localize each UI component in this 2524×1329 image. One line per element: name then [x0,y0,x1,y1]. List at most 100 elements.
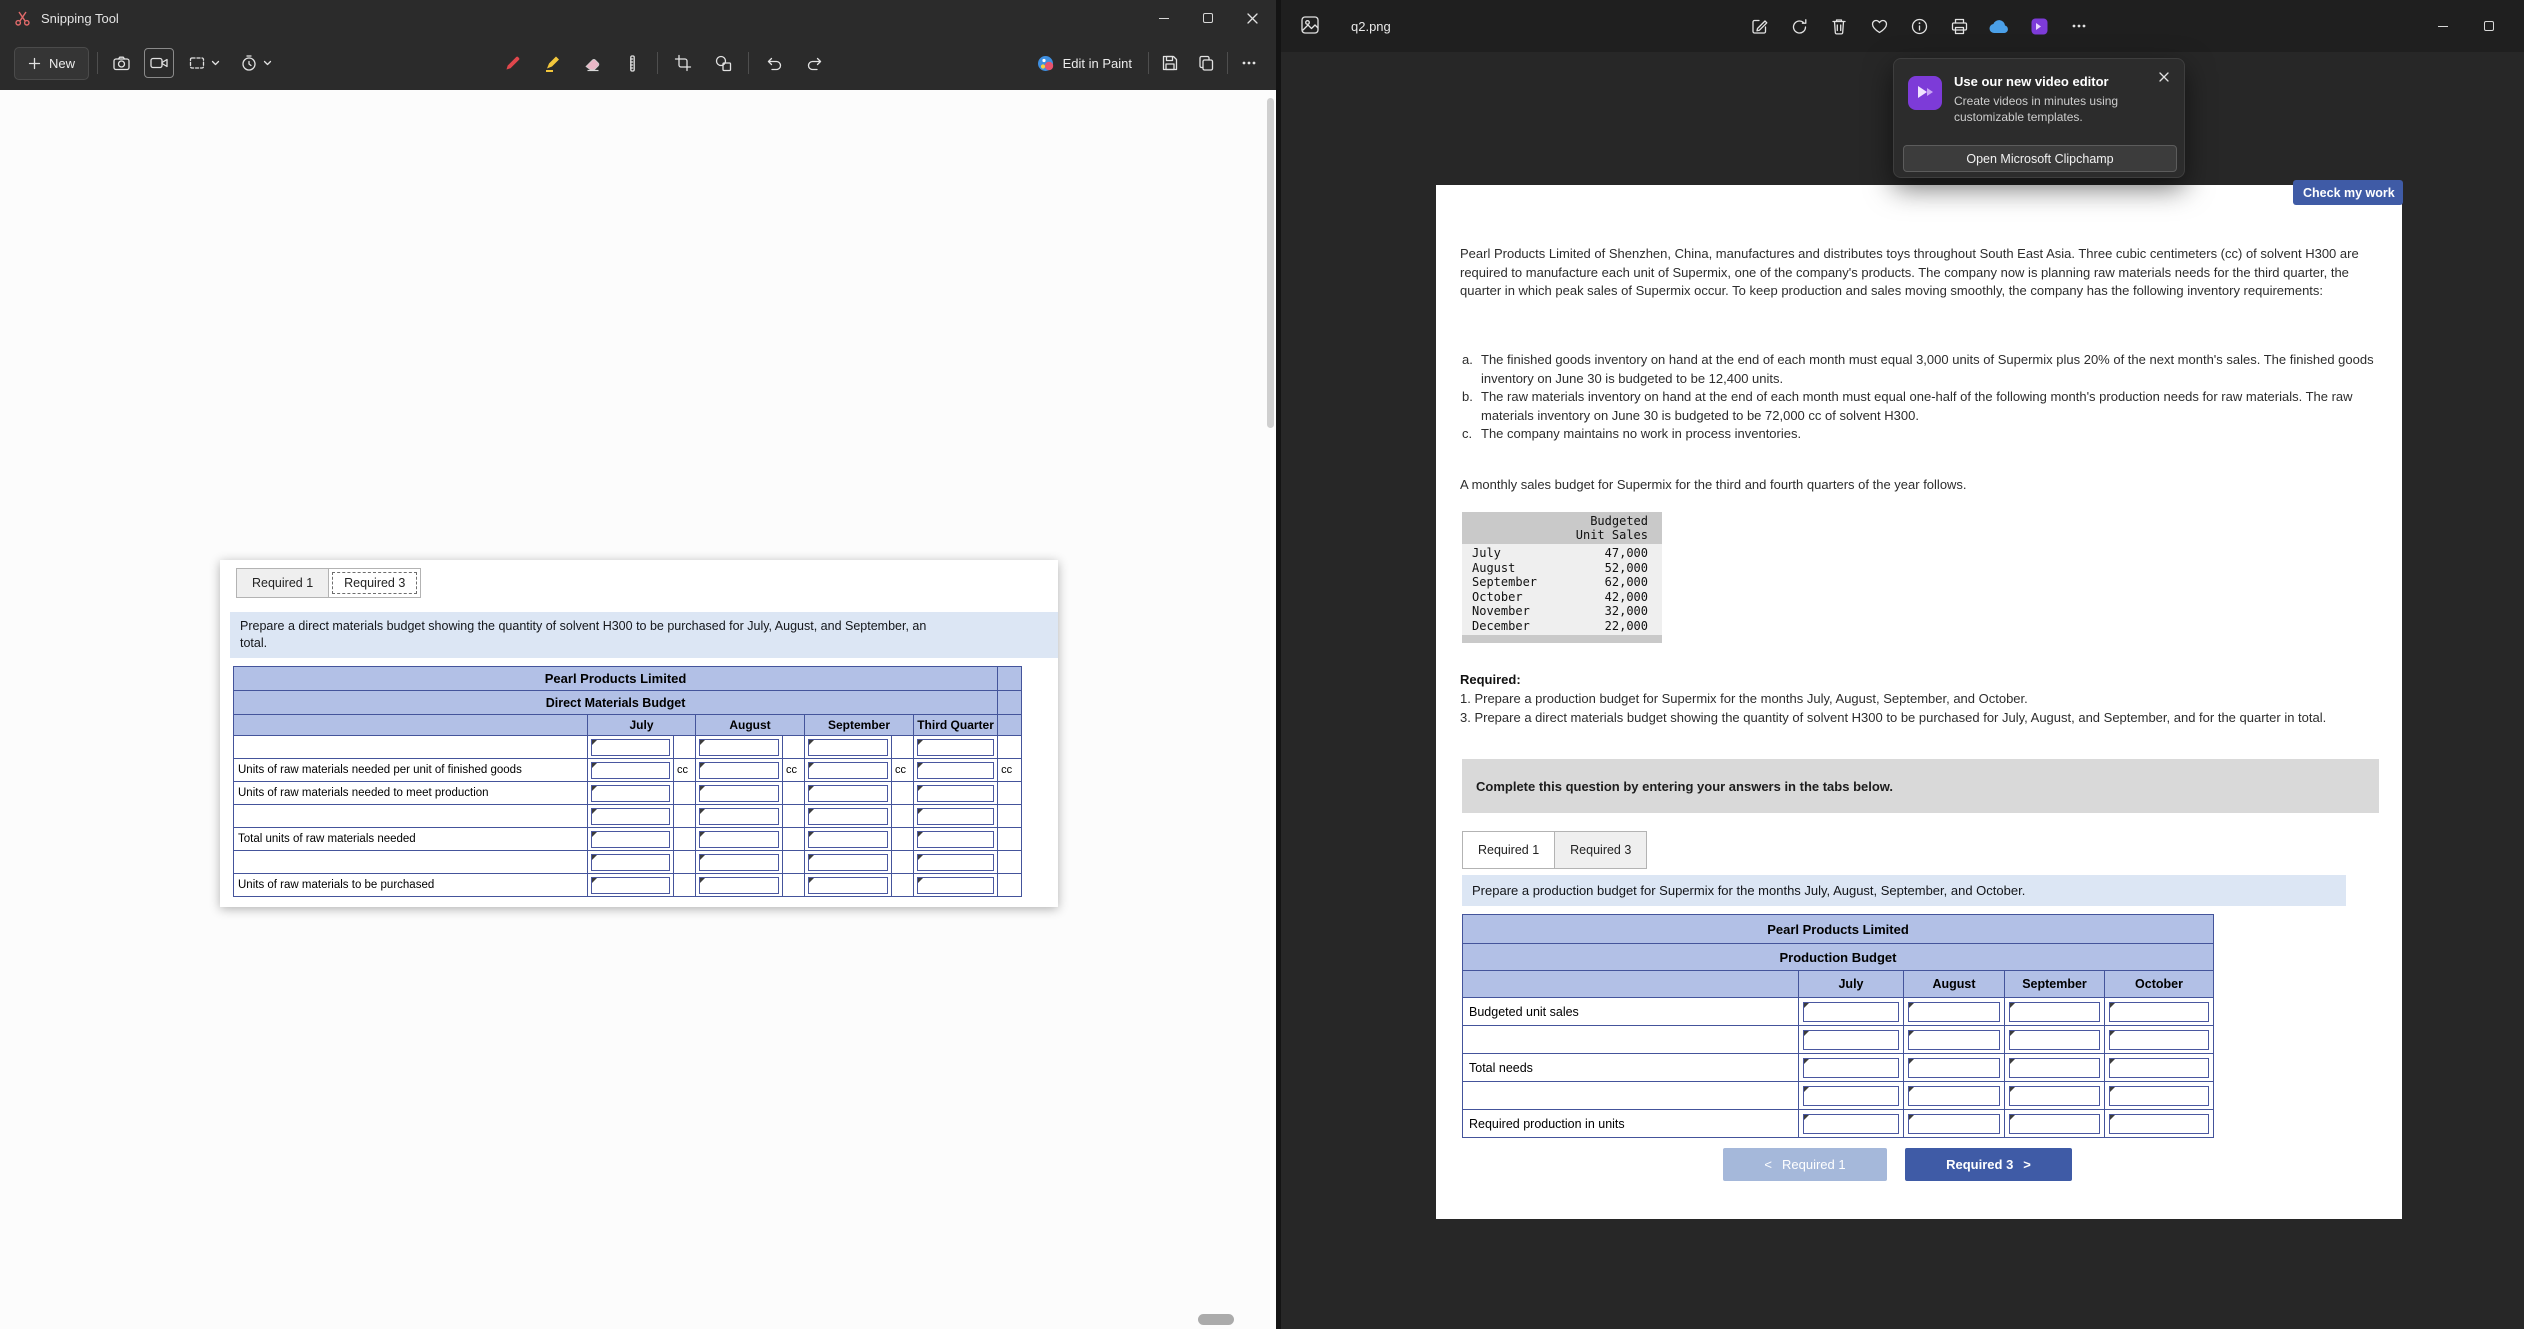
next-required-3-button[interactable]: Required 3 > [1905,1148,2072,1181]
vertical-scrollbar-thumb[interactable] [1267,98,1274,428]
answer-input-cell[interactable] [2109,1085,2210,1106]
tab-required-1[interactable]: Required 1 [236,568,330,598]
favorite-button[interactable] [1861,8,1897,44]
answer-input-cell[interactable] [808,830,888,848]
tab-required-3[interactable]: Required 3 [1554,831,1648,869]
answer-input-cell[interactable] [1908,1113,2000,1134]
close-button[interactable] [1230,0,1274,36]
highlighter-button[interactable] [537,48,567,78]
answer-input-cell[interactable] [699,784,779,802]
save-icon [1162,55,1178,71]
answer-input-cell[interactable] [2009,1057,2100,1078]
answer-input-cell[interactable] [1803,1057,1899,1078]
answer-input-cell[interactable] [699,853,779,871]
unit-cell [782,827,805,851]
minimize-button[interactable] [1142,0,1186,36]
sales-row: November 32,000 [1472,604,1648,618]
answer-input-cell[interactable] [2109,1001,2210,1022]
open-clipchamp-button[interactable]: Open Microsoft Clipchamp [1903,145,2177,172]
sales-budget-table: Budgeted Unit Sales July 47,000 August 52,… [1462,512,1662,643]
record-mode-button[interactable] [144,48,175,78]
eraser-button[interactable] [577,48,607,78]
flyout-close-button[interactable] [2153,66,2175,88]
answer-input-cell[interactable] [808,853,888,871]
check-my-work-button[interactable]: Check my work [2293,180,2403,205]
answer-input-cell[interactable] [917,807,995,825]
rotate-button[interactable] [1781,8,1817,44]
answer-input-cell[interactable] [917,738,995,756]
horizontal-scrollbar-thumb[interactable] [1198,1314,1234,1325]
answer-input-cell[interactable] [808,761,888,779]
answer-input-cell[interactable] [699,807,779,825]
unit-cell [673,873,696,897]
snip-shape-dropdown[interactable] [182,48,226,78]
answer-input-cell[interactable] [591,876,670,894]
answer-input-cell[interactable] [699,761,779,779]
answer-input-cell[interactable] [699,738,779,756]
delay-dropdown[interactable] [234,48,278,78]
answer-input-cell[interactable] [1908,1085,2000,1106]
answer-input-cell[interactable] [808,807,888,825]
maximize-button[interactable] [1186,0,1230,36]
answer-input-cell[interactable] [1803,1085,1899,1106]
answer-input-cell[interactable] [917,853,995,871]
answer-input-cell[interactable] [591,738,670,756]
answer-input-cell[interactable] [591,807,670,825]
redo-button[interactable] [799,48,829,78]
file-info-button[interactable] [1901,8,1937,44]
image-thumbnail-icon[interactable] [1299,14,1321,36]
answer-input-cell[interactable] [2009,1113,2100,1134]
answer-input-cell[interactable] [1803,1113,1899,1134]
answer-input-cell[interactable] [2009,1029,2100,1050]
answer-input-cell[interactable] [917,784,995,802]
tab-required-3[interactable]: Required 3 [328,568,422,598]
clipchamp-button[interactable] [2021,8,2057,44]
shapes-button[interactable] [708,48,738,78]
answer-input-cell[interactable] [1908,1057,2000,1078]
print-button[interactable] [1941,8,1977,44]
answer-input-cell[interactable] [808,876,888,894]
undo-button[interactable] [759,48,789,78]
answer-input-cell[interactable] [2109,1113,2210,1134]
more-options-button[interactable] [1234,48,1264,78]
answer-input-cell[interactable] [1908,1029,2000,1050]
answer-input-cell[interactable] [808,784,888,802]
table-row: Budgeted unit sales [1462,997,2215,1026]
unit-cell: cc [782,758,805,782]
answer-input-cell[interactable] [699,830,779,848]
answer-input-cell[interactable] [808,738,888,756]
delete-button[interactable] [1821,8,1857,44]
answer-input-cell[interactable] [917,830,995,848]
answer-input-cell[interactable] [2109,1029,2210,1050]
see-more-button[interactable] [2061,8,2097,44]
ruler-button[interactable] [617,48,647,78]
answer-input-cell[interactable] [591,853,670,871]
answer-input-cell[interactable] [1803,1001,1899,1022]
answer-input-cell[interactable] [591,761,670,779]
answer-input-cell[interactable] [1803,1029,1899,1050]
answer-input-cell[interactable] [2109,1057,2210,1078]
answer-input-cell[interactable] [1908,1001,2000,1022]
answer-input-cell[interactable] [591,784,670,802]
screenshot-mode-button[interactable] [106,48,136,78]
answer-input-cell[interactable] [699,876,779,894]
onedrive-button[interactable] [1981,8,2017,44]
maximize-button[interactable] [2467,0,2511,52]
new-snip-label: New [49,55,76,71]
answer-input-cell[interactable] [917,761,995,779]
answer-input-cell[interactable] [2009,1001,2100,1022]
prev-required-1-button[interactable]: < Required 1 [1723,1148,1887,1181]
new-snip-button[interactable]: New [14,46,90,80]
edit-in-paint-button[interactable]: Edit in Paint [1026,47,1142,80]
chevron-down-icon [211,60,220,66]
answer-input-cell[interactable] [2009,1085,2100,1106]
tab-required-1[interactable]: Required 1 [1462,831,1556,869]
minimize-button[interactable] [2421,0,2465,52]
copy-button[interactable] [1191,48,1221,78]
answer-input-cell[interactable] [591,830,670,848]
edit-image-button[interactable] [1741,8,1777,44]
ballpoint-pen-button[interactable] [497,48,527,78]
save-button[interactable] [1155,48,1185,78]
answer-input-cell[interactable] [917,876,995,894]
crop-button[interactable] [668,48,698,78]
